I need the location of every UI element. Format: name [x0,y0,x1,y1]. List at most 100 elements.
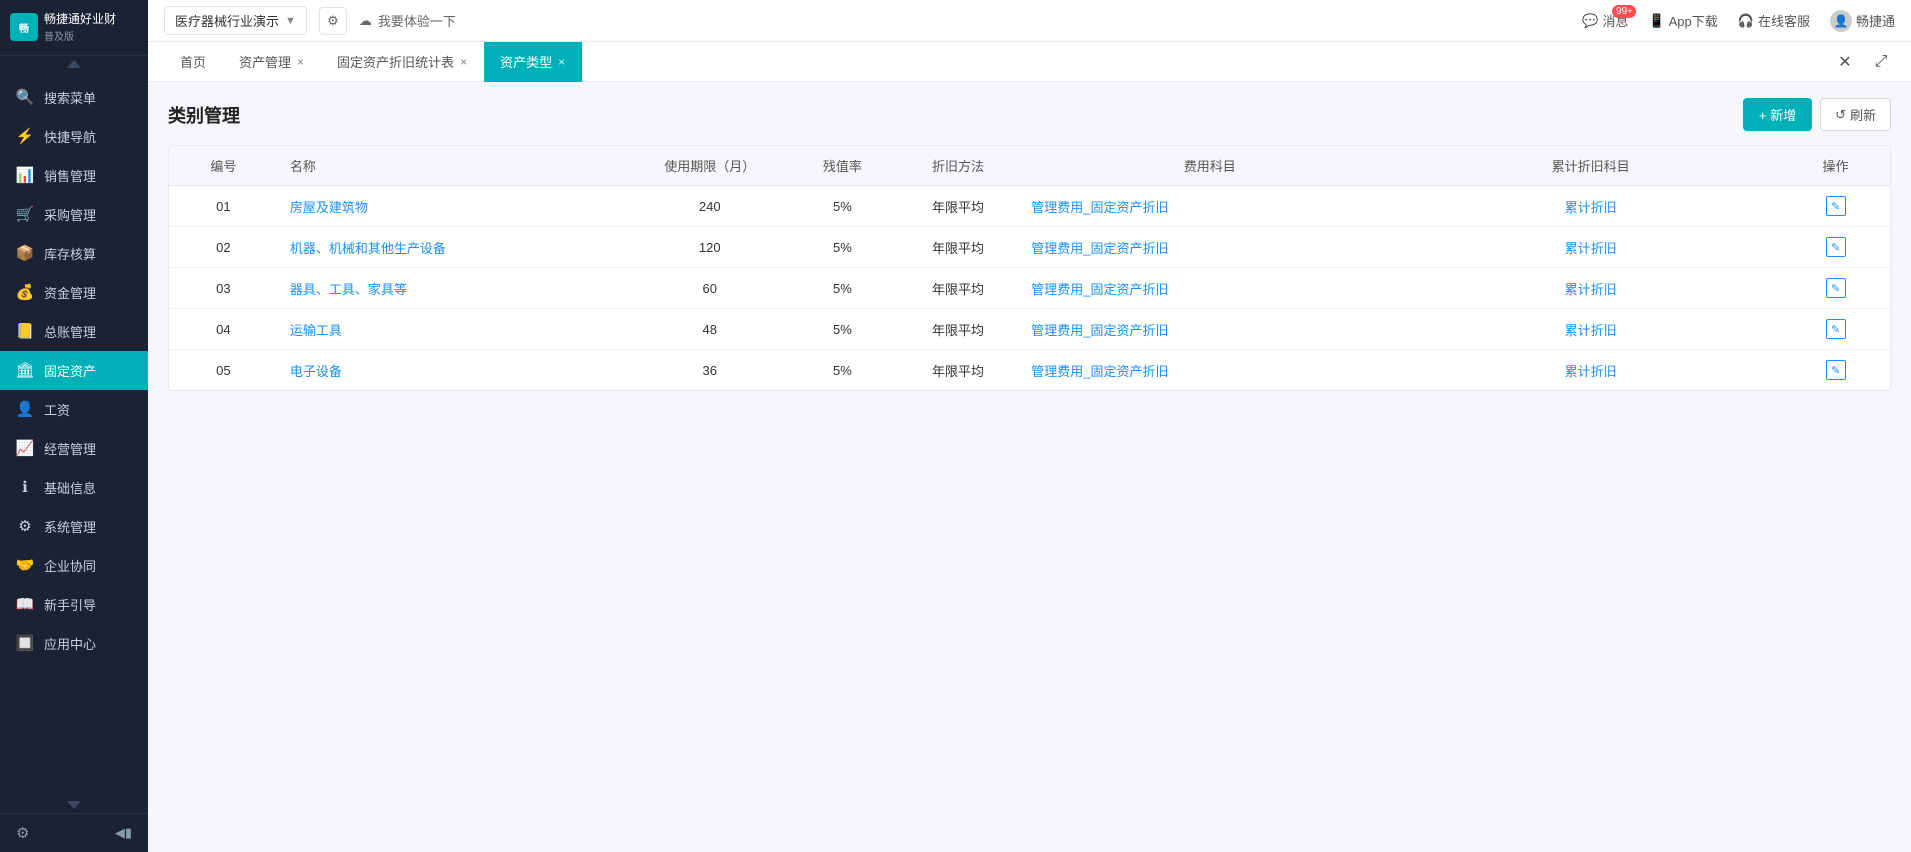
cell-accum-3: 累计折旧 [1400,309,1781,350]
sidebar-item-基础信息[interactable]: ℹ 基础信息 [0,468,148,507]
close-tab-action[interactable]: ✕ [1831,48,1859,76]
cell-code-1: 02 [169,227,278,268]
cell-accum-0: 累计折旧 [1400,186,1781,227]
tab-asset-type-label: 资产类型 [500,52,552,71]
cell-name-3: 运输工具 [278,309,632,350]
tab-home-label: 首页 [180,52,206,71]
cell-residual-3: 5% [788,309,897,350]
cell-code-3: 04 [169,309,278,350]
cell-name-4: 电子设备 [278,350,632,391]
tab-depreciation-close[interactable]: × [460,56,467,68]
sidebar-item-企业协同[interactable]: 🤝 企业协同 [0,546,148,585]
scroll-up-btn[interactable] [67,60,81,68]
app-download-btn[interactable]: 📱 App下载 [1648,11,1717,30]
cell-code-4: 05 [169,350,278,391]
customer-service-btn[interactable]: 🎧 在线客服 [1738,11,1810,30]
cell-action-4[interactable]: ✎ [1781,350,1890,391]
logo-icon: 畅 [10,13,38,41]
edit-icon-2[interactable]: ✎ [1826,278,1846,298]
tab-depreciation-table[interactable]: 固定资产折旧统计表 × [321,42,484,82]
sidebar-label-3: 采购管理 [44,205,96,224]
sidebar-item-采购管理[interactable]: 🛒 采购管理 [0,195,148,234]
cell-method-3: 年限平均 [897,309,1019,350]
sidebar-item-经营管理[interactable]: 📈 经营管理 [0,429,148,468]
sidebar-item-固定资产[interactable]: 🏛 固定资产 [0,351,148,390]
table-row: 04 运输工具 48 5% 年限平均 管理费用_固定资产折旧 累计折旧 ✎ [169,309,1890,350]
cell-expense-3: 管理费用_固定资产折旧 [1019,309,1400,350]
sidebar-item-库存核算[interactable]: 📦 库存核算 [0,234,148,273]
expand-tab-action[interactable]: ⤢ [1867,48,1895,76]
sidebar-label-10: 基础信息 [44,478,96,497]
tab-depreciation-label: 固定资产折旧统计表 [337,52,454,71]
col-code: 编号 [169,146,278,186]
gear-icon: ⚙ [327,13,339,29]
sidebar-settings-btn[interactable]: ⚙ [16,824,29,842]
sidebar-item-工资[interactable]: 👤 工资 [0,390,148,429]
page-title: 类别管理 [168,102,240,128]
scroll-down-btn[interactable] [67,801,81,809]
experience-link[interactable]: ☁ 我要体验一下 [359,11,456,30]
sidebar-item-销售管理[interactable]: 📊 销售管理 [0,156,148,195]
cell-method-4: 年限平均 [897,350,1019,391]
cell-method-0: 年限平均 [897,186,1019,227]
sidebar-item-系统管理[interactable]: ⚙ 系统管理 [0,507,148,546]
cell-action-0[interactable]: ✎ [1781,186,1890,227]
customer-service-label: 在线客服 [1758,11,1810,30]
tabs-actions: ✕ ⤢ [1831,48,1895,76]
cell-accum-1: 累计折旧 [1400,227,1781,268]
cell-name-1: 机器、机械和其他生产设备 [278,227,632,268]
table-row: 01 房屋及建筑物 240 5% 年限平均 管理费用_固定资产折旧 累计折旧 ✎ [169,186,1890,227]
sidebar-item-新手引导[interactable]: 📖 新手引导 [0,585,148,624]
sidebar-icon-6: 📒 [16,322,34,340]
sidebar-label-13: 新手引导 [44,595,96,614]
edit-icon-1[interactable]: ✎ [1826,237,1846,257]
sidebar-item-总账管理[interactable]: 📒 总账管理 [0,312,148,351]
cell-action-1[interactable]: ✎ [1781,227,1890,268]
sidebar-item-快捷导航[interactable]: ⚡ 快捷导航 [0,117,148,156]
tab-asset-management-close[interactable]: × [297,56,304,68]
cell-action-3[interactable]: ✎ [1781,309,1890,350]
sidebar-icon-9: 📈 [16,439,34,457]
col-period: 使用期限（月） [632,146,788,186]
cell-period-3: 48 [632,309,788,350]
sidebar-item-应用中心[interactable]: 🔲 应用中心 [0,624,148,663]
edit-icon-3[interactable]: ✎ [1826,319,1846,339]
tab-home[interactable]: 首页 [164,42,223,82]
user-profile-btn[interactable]: 👤 畅捷通 [1830,10,1895,32]
edit-icon-0[interactable]: ✎ [1826,196,1846,216]
sidebar-item-搜索菜单[interactable]: 🔍 搜索菜单 [0,78,148,117]
cell-residual-1: 5% [788,227,897,268]
main-content: 医疗器械行业演示 ▼ ⚙ ☁ 我要体验一下 💬 消息 99+ 📱 App下载 🎧… [148,0,1911,852]
tabs-bar: 首页 资产管理 × 固定资产折旧统计表 × 资产类型 × ✕ ⤢ [148,42,1911,82]
sidebar-icon-2: 📊 [16,166,34,184]
refresh-label: 刷新 [1850,105,1876,124]
table-row: 05 电子设备 36 5% 年限平均 管理费用_固定资产折旧 累计折旧 ✎ [169,350,1890,391]
sidebar-icon-13: 📖 [16,595,34,613]
notifications-btn[interactable]: 💬 消息 99+ [1582,11,1628,30]
cell-expense-0: 管理费用_固定资产折旧 [1019,186,1400,227]
headset-icon: 🎧 [1738,13,1754,29]
company-selector[interactable]: 医疗器械行业演示 ▼ [164,6,307,35]
sidebar: 畅 畅捷通好业财 普及版 🔍 搜索菜单 ⚡ 快捷导航 📊 销售管理 🛒 采购管理… [0,0,148,852]
cell-action-2[interactable]: ✎ [1781,268,1890,309]
cell-residual-0: 5% [788,186,897,227]
edit-icon-4[interactable]: ✎ [1826,360,1846,380]
cell-code-0: 01 [169,186,278,227]
new-button[interactable]: + 新增 [1743,98,1812,131]
col-action: 操作 [1781,146,1890,186]
sidebar-icon-8: 👤 [16,400,34,418]
chevron-down-icon: ▼ [285,15,296,27]
refresh-button[interactable]: ↺ 刷新 [1820,98,1891,131]
tab-asset-type[interactable]: 资产类型 × [484,42,582,82]
cell-name-0: 房屋及建筑物 [278,186,632,227]
tab-asset-management[interactable]: 资产管理 × [223,42,321,82]
sidebar-label-4: 库存核算 [44,244,96,263]
topbar-settings-btn[interactable]: ⚙ [319,7,347,35]
cell-period-1: 120 [632,227,788,268]
topbar-right: 💬 消息 99+ 📱 App下载 🎧 在线客服 👤 畅捷通 [1582,10,1895,32]
tab-asset-type-close[interactable]: × [558,56,565,68]
sidebar-item-资金管理[interactable]: 💰 资金管理 [0,273,148,312]
sidebar-collapse-btn[interactable]: ◀▮ [115,825,132,841]
notification-badge: 99+ [1612,5,1636,18]
sidebar-label-12: 企业协同 [44,556,96,575]
